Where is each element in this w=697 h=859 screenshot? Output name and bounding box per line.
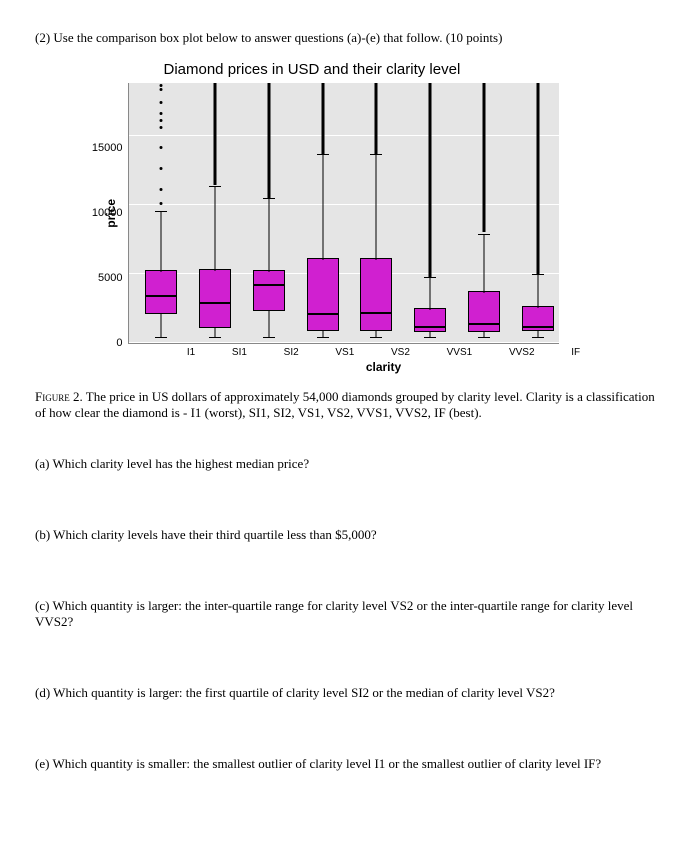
x-axis-ticks: I1 SI1 SI2 VS1 VS2 VVS1 VVS2 IF <box>169 347 599 358</box>
box-group-VVS1 <box>411 83 449 343</box>
plot-area <box>128 83 559 344</box>
subquestion-e: (e) Which quantity is smaller: the small… <box>35 756 662 772</box>
box-group-SI1 <box>196 83 234 343</box>
figure-caption: Figure 2. The price in US dollars of app… <box>35 389 662 421</box>
chart-title: Diamond prices in USD and their clarity … <box>164 61 594 78</box>
box-group-VS2 <box>357 83 395 343</box>
subquestion-d: (d) Which quantity is larger: the first … <box>35 685 662 701</box>
figure-label: Figure 2. <box>35 389 83 404</box>
x-axis-label: clarity <box>169 360 599 374</box>
box-group-VVS2 <box>465 83 503 343</box>
box-group-SI2 <box>250 83 288 343</box>
box-group-IF <box>519 83 557 343</box>
question-prompt: (2) Use the comparison box plot below to… <box>35 30 662 46</box>
subquestion-c: (c) Which quantity is larger: the inter-… <box>35 598 662 630</box>
boxplot-chart: Diamond prices in USD and their clarity … <box>104 61 594 374</box>
figure-caption-text: The price in US dollars of approximately… <box>35 389 655 420</box>
subquestion-b: (b) Which clarity levels have their thir… <box>35 527 662 543</box>
box-group-VS1 <box>304 83 342 343</box>
subquestion-a: (a) Which clarity level has the highest … <box>35 456 662 472</box>
box-group-I1 <box>142 83 180 343</box>
